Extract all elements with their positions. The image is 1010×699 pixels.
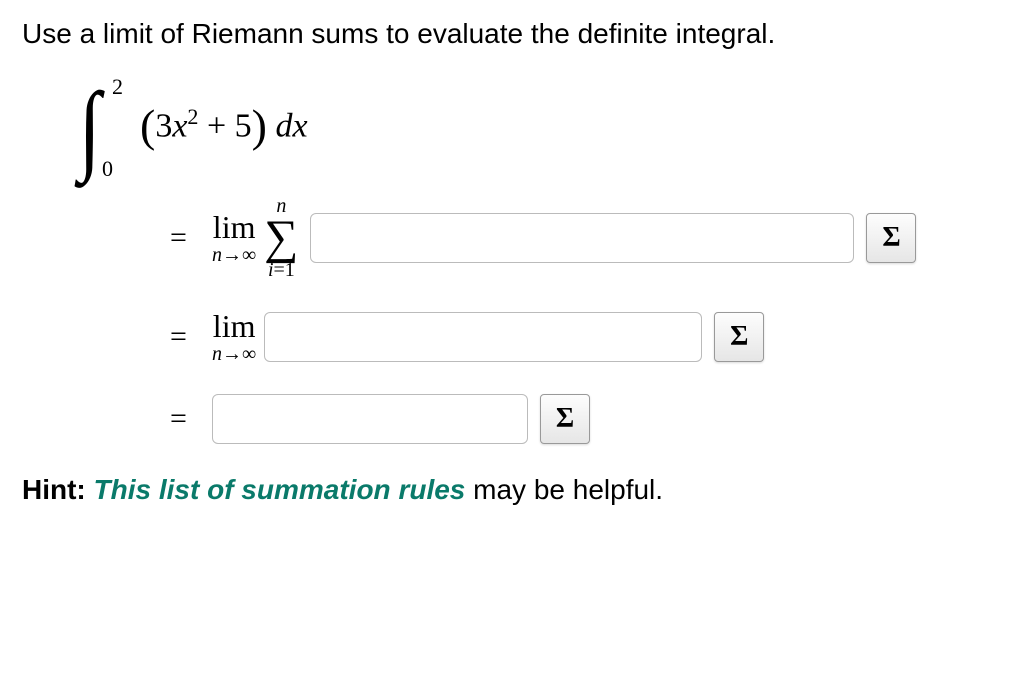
answer-input-1[interactable]	[310, 213, 854, 263]
equals-sign: =	[170, 402, 194, 436]
coef: 3	[155, 107, 172, 144]
hint-tail: may be helpful.	[465, 474, 663, 505]
lim-text: lim	[213, 310, 256, 342]
problem-prompt: Use a limit of Riemann sums to evaluate …	[22, 18, 988, 50]
lim-subscript: n→∞	[212, 344, 256, 364]
lim-text: lim	[213, 211, 256, 243]
step-1-row: = lim n→∞ n ∑ i=1 Σ	[170, 196, 988, 280]
hint-label: Hint:	[22, 474, 94, 505]
exponent: 2	[187, 103, 198, 128]
integrand: (3x2 + 5) dx	[140, 102, 308, 155]
hint-row: Hint: This list of summation rules may b…	[22, 474, 988, 506]
limit-block: lim n→∞	[212, 211, 256, 265]
hint-link[interactable]: This list of summation rules	[94, 474, 466, 505]
lim-subscript: n→∞	[212, 245, 256, 265]
integral-sign-icon: ∫	[79, 78, 101, 178]
step-2-row: = lim n→∞ Σ	[170, 310, 988, 364]
math-content: ∫ 2 0 (3x2 + 5) dx = lim n→∞ n ∑ i=1 Σ =…	[70, 78, 988, 444]
close-paren: )	[252, 100, 267, 151]
integral-symbol: ∫ 2 0	[70, 78, 128, 178]
lim-n: n	[212, 244, 222, 266]
equation-editor-button-2[interactable]: Σ	[714, 312, 764, 362]
dx: dx	[267, 107, 308, 144]
limit-block: lim n→∞	[212, 310, 256, 364]
sigma-icon: ∑	[264, 216, 298, 260]
equals-sign: =	[170, 221, 194, 255]
lim-infinity: ∞	[242, 343, 256, 365]
step-3-row: = Σ	[170, 394, 988, 444]
equals-sign: =	[170, 320, 194, 354]
answer-input-2[interactable]	[264, 312, 702, 362]
plus-five: + 5	[198, 107, 251, 144]
sum-eq1: =1	[274, 259, 295, 281]
open-paren: (	[140, 100, 155, 151]
var-x: x	[172, 107, 187, 144]
lim-arrow: →	[222, 244, 242, 266]
integral-lower-limit: 0	[102, 156, 113, 182]
sum-lower: i=1	[268, 260, 295, 280]
lim-arrow: →	[222, 343, 242, 365]
lim-infinity: ∞	[242, 244, 256, 266]
answer-input-3[interactable]	[212, 394, 528, 444]
integral-upper-limit: 2	[112, 74, 123, 100]
equation-editor-button-1[interactable]: Σ	[866, 213, 916, 263]
integral-expression: ∫ 2 0 (3x2 + 5) dx	[70, 78, 988, 178]
summation-block: n ∑ i=1	[264, 196, 298, 280]
lim-n: n	[212, 343, 222, 365]
equation-editor-button-3[interactable]: Σ	[540, 394, 590, 444]
